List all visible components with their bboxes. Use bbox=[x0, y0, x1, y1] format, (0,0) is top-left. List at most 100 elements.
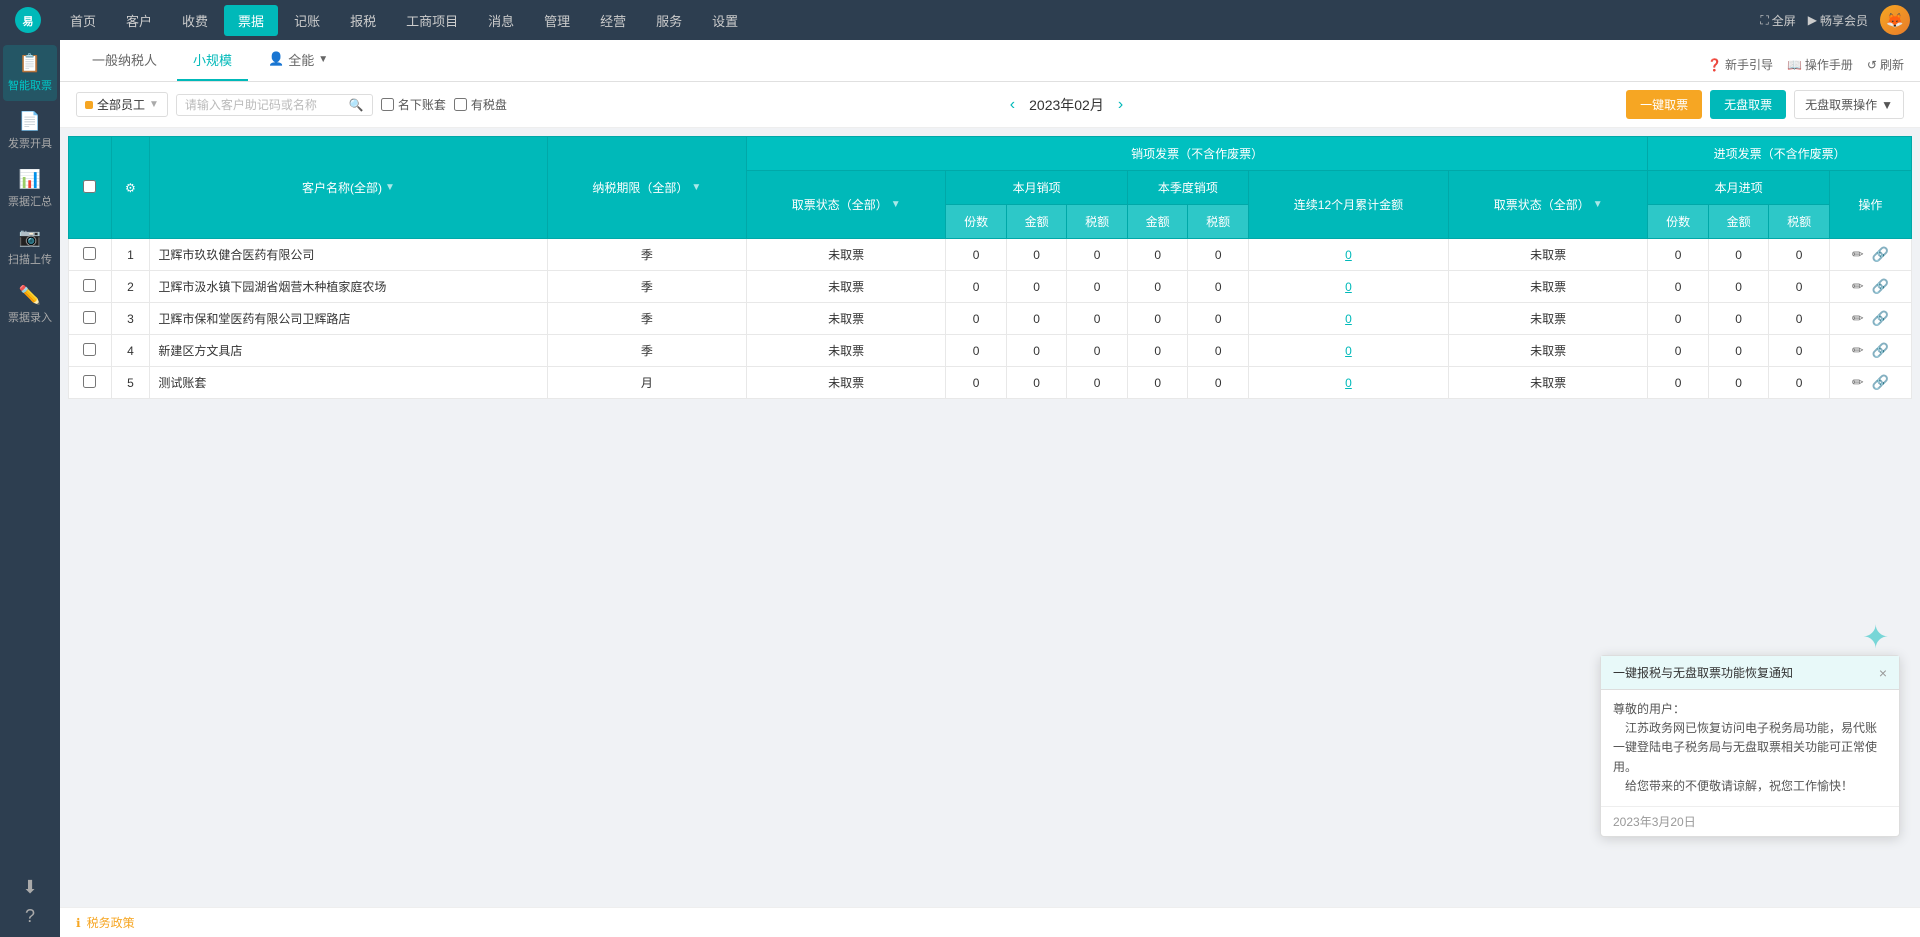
filter-taxdisk-checkbox[interactable] bbox=[454, 98, 467, 111]
period-next-button[interactable]: › bbox=[1112, 94, 1129, 116]
edit-icon[interactable]: ✏ bbox=[1852, 278, 1864, 295]
user-icon: 👤 bbox=[268, 51, 284, 67]
fullscreen-button[interactable]: ⛶ 全屏 bbox=[1760, 12, 1795, 29]
nav-item-service[interactable]: 服务 bbox=[642, 5, 696, 36]
filter-account-checkbox[interactable] bbox=[381, 98, 394, 111]
period-cell: 季 bbox=[547, 239, 746, 271]
svg-text:易: 易 bbox=[23, 15, 34, 28]
purchase-status-cell: 未取票 bbox=[1448, 335, 1647, 367]
employee-select[interactable]: 全部员工 ▼ bbox=[76, 92, 168, 117]
purchase-invoice-header: 进项发票（不含作废票） bbox=[1648, 137, 1912, 171]
manual-button[interactable]: 📖 操作手册 bbox=[1787, 56, 1853, 73]
action-cell: ✏ 🔗 bbox=[1829, 367, 1911, 399]
nav-item-management[interactable]: 管理 bbox=[530, 5, 584, 36]
search-icon[interactable]: 🔍 bbox=[349, 98, 364, 112]
download-icon[interactable]: ⬇ bbox=[22, 877, 37, 898]
detail-icon[interactable]: 🔗 bbox=[1872, 374, 1889, 391]
action-cell: ✏ 🔗 bbox=[1829, 335, 1911, 367]
new-guide-button[interactable]: ❓ 新手引导 bbox=[1707, 56, 1773, 73]
nav-item-message[interactable]: 消息 bbox=[474, 5, 528, 36]
nav-item-charge[interactable]: 收费 bbox=[168, 5, 222, 36]
sale-invoice-header: 销项发票（不含作废票） bbox=[747, 137, 1648, 171]
sale-quarter-tax-header: 税额 bbox=[1188, 205, 1249, 239]
tab-right-actions: ❓ 新手引导 📖 操作手册 ↺ 刷新 bbox=[1707, 56, 1904, 81]
tab-general-taxpayer[interactable]: 一般纳税人 bbox=[76, 40, 173, 81]
sale-12month-cell: 0 bbox=[1248, 303, 1448, 335]
row-checkbox[interactable] bbox=[83, 375, 96, 388]
row-checkbox[interactable] bbox=[83, 343, 96, 356]
purchase-status-cell: 未取票 bbox=[1448, 303, 1647, 335]
search-input[interactable] bbox=[185, 98, 345, 112]
sale-status-cell: 未取票 bbox=[747, 271, 946, 303]
tax-policy-link[interactable]: 税务政策 bbox=[87, 914, 135, 931]
sidebar-item-invoice-issue[interactable]: 📄 发票开具 bbox=[3, 103, 57, 159]
nav-item-bookkeeping[interactable]: 记账 bbox=[280, 5, 334, 36]
sale-month-qty-cell: 0 bbox=[946, 367, 1007, 399]
nav-item-invoice[interactable]: 票据 bbox=[224, 5, 278, 36]
edit-icon[interactable]: ✏ bbox=[1852, 342, 1864, 359]
sale-12month-cell: 0 bbox=[1248, 271, 1448, 303]
notification-body: 尊敬的用户： 江苏政务网已恢复访问电子税务局功能，易代账一键登陆电子税务局与无盘… bbox=[1601, 690, 1899, 806]
nav-item-business[interactable]: 工商项目 bbox=[392, 5, 472, 36]
scan-upload-icon: 📷 bbox=[19, 227, 41, 248]
row-checkbox[interactable] bbox=[83, 279, 96, 292]
sidebar-item-invoice-summary[interactable]: 📊 票据汇总 bbox=[3, 161, 57, 217]
detail-icon[interactable]: 🔗 bbox=[1872, 278, 1889, 295]
sale-status-cell: 未取票 bbox=[747, 239, 946, 271]
month-sale-header: 本月销项 bbox=[946, 171, 1128, 205]
detail-icon[interactable]: 🔗 bbox=[1872, 310, 1889, 327]
employee-select-label: 全部员工 bbox=[97, 96, 145, 113]
period-prev-button[interactable]: ‹ bbox=[1004, 94, 1021, 116]
row-checkbox-cell bbox=[69, 367, 112, 399]
table-row: 1 卫辉市玖玖健合医药有限公司 季 未取票 0 0 0 0 0 0 未取票 0 … bbox=[69, 239, 1912, 271]
sale-quarter-amount-cell: 0 bbox=[1127, 239, 1188, 271]
detail-icon[interactable]: 🔗 bbox=[1872, 246, 1889, 263]
nav-item-tax[interactable]: 报税 bbox=[336, 5, 390, 36]
customer-name-cell: 卫辉市汲水镇下园湖省烟营木种植家庭农场 bbox=[150, 271, 547, 303]
nav-item-client[interactable]: 客户 bbox=[112, 5, 166, 36]
detail-icon[interactable]: 🔗 bbox=[1872, 342, 1889, 359]
sidebar-item-scan-upload[interactable]: 📷 扫描上传 bbox=[3, 219, 57, 275]
tab-small-scale[interactable]: 小规模 bbox=[177, 40, 248, 81]
settings-header[interactable]: ⚙ bbox=[111, 137, 150, 239]
no-disk-ops-button[interactable]: 无盘取票操作 ▼ bbox=[1794, 90, 1904, 119]
period-navigation: ‹ 2023年02月 › bbox=[1004, 94, 1129, 116]
help-icon[interactable]: ? bbox=[25, 906, 35, 927]
sale-quarter-amount-cell: 0 bbox=[1127, 303, 1188, 335]
filter-icon[interactable]: ▼ bbox=[691, 182, 701, 193]
sidebar-item-smart-ticket[interactable]: 📋 智能取票 bbox=[3, 45, 57, 101]
sidebar-item-invoice-entry[interactable]: ✏️ 票据录入 bbox=[3, 277, 57, 333]
period-cell: 月 bbox=[547, 367, 746, 399]
edit-icon[interactable]: ✏ bbox=[1852, 310, 1864, 327]
table-row: 3 卫辉市保和堂医药有限公司卫辉路店 季 未取票 0 0 0 0 0 0 未取票… bbox=[69, 303, 1912, 335]
action-header: 操作 bbox=[1829, 171, 1911, 239]
user-avatar[interactable]: 🦊 bbox=[1880, 5, 1910, 35]
one-click-ticket-button[interactable]: 一键取票 bbox=[1626, 90, 1702, 119]
no-disk-ticket-button[interactable]: 无盘取票 bbox=[1710, 90, 1786, 119]
row-checkbox[interactable] bbox=[83, 247, 96, 260]
filter-taxdisk-label[interactable]: 有税盘 bbox=[454, 96, 507, 113]
edit-icon[interactable]: ✏ bbox=[1852, 374, 1864, 391]
purchase-status-cell: 未取票 bbox=[1448, 239, 1647, 271]
nav-item-home[interactable]: 首页 bbox=[56, 5, 110, 36]
member-button[interactable]: ▶ 畅享会员 bbox=[1808, 12, 1868, 29]
refresh-button[interactable]: ↺ 刷新 bbox=[1867, 56, 1904, 73]
nav-item-operation[interactable]: 经营 bbox=[586, 5, 640, 36]
info-icon: ℹ bbox=[76, 916, 81, 930]
filter-account-label[interactable]: 名下账套 bbox=[381, 96, 446, 113]
top-navigation: 易 首页 客户 收费 票据 记账 报税 工商项目 消息 管理 经营 服务 设置 … bbox=[0, 0, 1920, 40]
bottom-bar: ℹ 税务政策 bbox=[60, 907, 1920, 937]
filter-icon[interactable]: ▼ bbox=[385, 182, 395, 193]
row-number: 1 bbox=[111, 239, 150, 271]
notification-close-button[interactable]: × bbox=[1879, 665, 1887, 681]
row-checkbox[interactable] bbox=[83, 311, 96, 324]
chevron-down-icon: ▼ bbox=[1881, 98, 1893, 112]
filter-icon[interactable]: ▼ bbox=[1593, 199, 1603, 210]
select-all-checkbox[interactable] bbox=[83, 180, 96, 193]
edit-icon[interactable]: ✏ bbox=[1852, 246, 1864, 263]
filter-icon[interactable]: ▼ bbox=[891, 199, 901, 210]
purchase-status-cell: 未取票 bbox=[1448, 367, 1647, 399]
purchase-month-tax-cell: 0 bbox=[1769, 335, 1830, 367]
nav-item-settings[interactable]: 设置 bbox=[698, 5, 752, 36]
tab-all[interactable]: 👤 全能 ▼ bbox=[252, 40, 344, 81]
